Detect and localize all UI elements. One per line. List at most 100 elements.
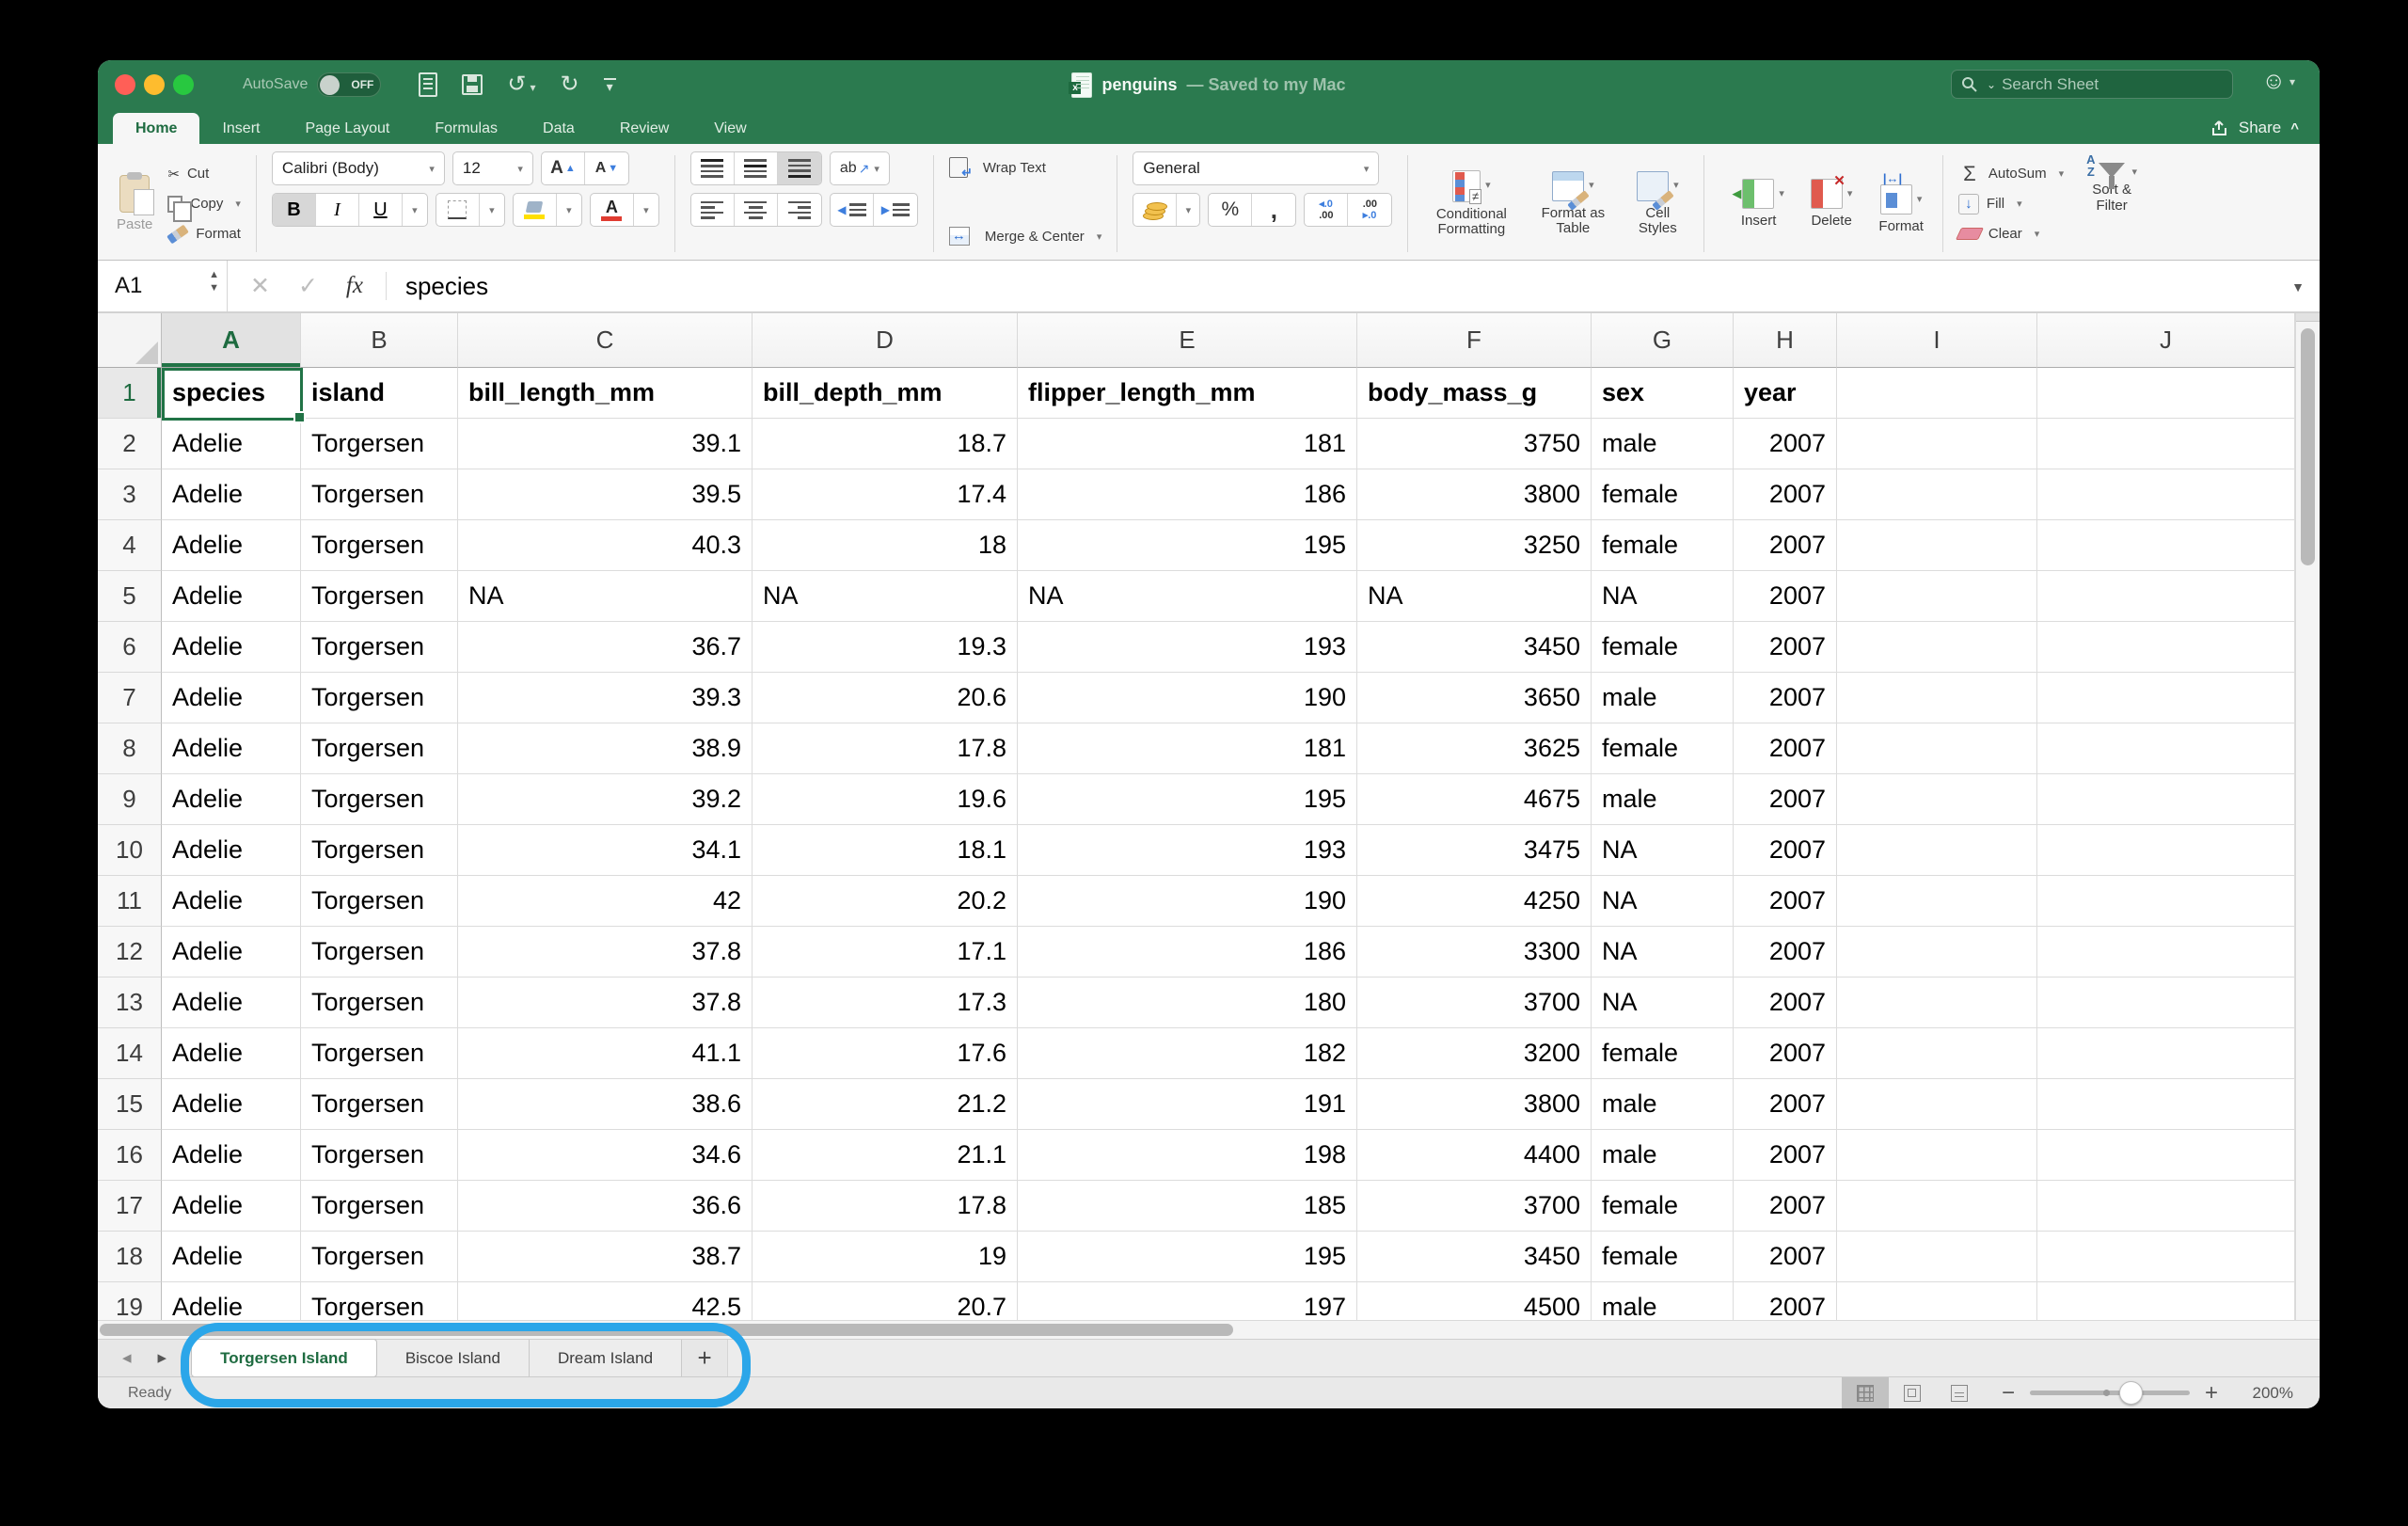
cell-H5[interactable]: 2007 [1734, 571, 1837, 622]
row-header-9[interactable]: 9 [98, 774, 162, 825]
fill-button[interactable]: ↓ Fill ▾ [1957, 192, 2064, 216]
cell-F13[interactable]: 3700 [1357, 978, 1592, 1028]
cell-E1[interactable]: flipper_length_mm [1018, 368, 1357, 419]
cell-D17[interactable]: 17.8 [752, 1181, 1018, 1232]
percent-style-button[interactable]: % [1209, 194, 1253, 226]
cell-G2[interactable]: male [1592, 419, 1734, 469]
decrease-decimal-button[interactable]: .00 ▸.0 [1348, 194, 1391, 226]
cell-J18[interactable] [2037, 1232, 2295, 1282]
cell-I13[interactable] [1837, 978, 2037, 1028]
cell-A18[interactable]: Adelie [162, 1232, 301, 1282]
cell-F14[interactable]: 3200 [1357, 1028, 1592, 1079]
cell-I5[interactable] [1837, 571, 2037, 622]
cell-H1[interactable]: year [1734, 368, 1837, 419]
align-left-button[interactable] [691, 194, 735, 226]
cell-G1[interactable]: sex [1592, 368, 1734, 419]
cell-I15[interactable] [1837, 1079, 2037, 1130]
zoom-level[interactable]: 200% [2233, 1384, 2293, 1403]
cell-B7[interactable]: Torgersen [301, 673, 458, 723]
cell-C9[interactable]: 39.2 [458, 774, 752, 825]
underline-button[interactable]: U [359, 194, 403, 226]
vertical-scroll-thumb[interactable] [2301, 328, 2315, 565]
cell-J19[interactable] [2037, 1282, 2295, 1320]
cell-I14[interactable] [1837, 1028, 2037, 1079]
cell-I7[interactable] [1837, 673, 2037, 723]
cell-A14[interactable]: Adelie [162, 1028, 301, 1079]
undo-button[interactable]: ↺ ▾ [507, 73, 535, 96]
borders-caret-icon[interactable]: ▾ [480, 194, 504, 226]
cell-G14[interactable]: female [1592, 1028, 1734, 1079]
minimize-window-button[interactable] [144, 74, 165, 95]
cell-B5[interactable]: Torgersen [301, 571, 458, 622]
decrease-indent-button[interactable]: ◀ [831, 194, 874, 226]
tab-home[interactable]: Home [113, 113, 200, 144]
formula-bar-expand-icon[interactable]: ▼ [2291, 279, 2305, 294]
tab-review[interactable]: Review [597, 113, 691, 144]
column-header-D[interactable]: D [752, 313, 1018, 368]
cell-styles-button[interactable]: ▾ Cell Styles [1626, 169, 1688, 239]
cell-C2[interactable]: 39.1 [458, 419, 752, 469]
borders-button[interactable] [436, 194, 480, 226]
row-header-14[interactable]: 14 [98, 1028, 162, 1079]
font-color-caret-icon[interactable]: ▾ [634, 194, 658, 226]
cell-G10[interactable]: NA [1592, 825, 1734, 876]
copy-button[interactable]: Copy ▾ [167, 192, 241, 222]
cell-A17[interactable]: Adelie [162, 1181, 301, 1232]
cell-E3[interactable]: 186 [1018, 469, 1357, 520]
row-header-11[interactable]: 11 [98, 876, 162, 927]
cell-G3[interactable]: female [1592, 469, 1734, 520]
cell-J2[interactable] [2037, 419, 2295, 469]
font-name-select[interactable]: Calibri (Body) ▾ [271, 151, 445, 185]
row-header-1[interactable]: 1 [98, 368, 162, 419]
cell-A15[interactable]: Adelie [162, 1079, 301, 1130]
cell-F18[interactable]: 3450 [1357, 1232, 1592, 1282]
cell-I17[interactable] [1837, 1181, 2037, 1232]
cell-B16[interactable]: Torgersen [301, 1130, 458, 1181]
cell-G19[interactable]: male [1592, 1282, 1734, 1320]
cell-H4[interactable]: 2007 [1734, 520, 1837, 571]
cell-E18[interactable]: 195 [1018, 1232, 1357, 1282]
cell-B19[interactable]: Torgersen [301, 1282, 458, 1320]
cell-D13[interactable]: 17.3 [752, 978, 1018, 1028]
cell-G15[interactable]: male [1592, 1079, 1734, 1130]
cell-B18[interactable]: Torgersen [301, 1232, 458, 1282]
close-window-button[interactable] [115, 74, 135, 95]
cell-J9[interactable] [2037, 774, 2295, 825]
cell-A10[interactable]: Adelie [162, 825, 301, 876]
cell-I6[interactable] [1837, 622, 2037, 673]
cell-A4[interactable]: Adelie [162, 520, 301, 571]
decrease-font-size-button[interactable]: A ▼ [585, 152, 628, 184]
cell-F8[interactable]: 3625 [1357, 723, 1592, 774]
cell-D16[interactable]: 21.1 [752, 1130, 1018, 1181]
fill-color-caret-icon[interactable]: ▾ [557, 194, 581, 226]
sort-filter-button[interactable]: AZ ▾ Sort & Filter [2083, 151, 2141, 256]
redo-icon[interactable]: ↻ [561, 73, 579, 96]
cell-F2[interactable]: 3750 [1357, 419, 1592, 469]
cell-E9[interactable]: 195 [1018, 774, 1357, 825]
cell-C12[interactable]: 37.8 [458, 927, 752, 978]
cell-I1[interactable] [1837, 368, 2037, 419]
cell-A3[interactable]: Adelie [162, 469, 301, 520]
cell-C17[interactable]: 36.6 [458, 1181, 752, 1232]
autosave-toggle[interactable]: OFF [317, 72, 382, 97]
cell-C13[interactable]: 37.8 [458, 978, 752, 1028]
increase-font-size-button[interactable]: A ▲ [542, 152, 585, 184]
cell-F16[interactable]: 4400 [1357, 1130, 1592, 1181]
zoom-window-button[interactable] [173, 74, 194, 95]
column-header-A[interactable]: A [162, 313, 301, 368]
format-cells-button[interactable]: ▾ Format [1875, 171, 1927, 237]
insert-cells-button[interactable]: ▾ Insert [1729, 177, 1788, 231]
cell-H15[interactable]: 2007 [1734, 1079, 1837, 1130]
cell-F10[interactable]: 3475 [1357, 825, 1592, 876]
cell-G13[interactable]: NA [1592, 978, 1734, 1028]
cell-H12[interactable]: 2007 [1734, 927, 1837, 978]
cell-E15[interactable]: 191 [1018, 1079, 1357, 1130]
cell-G5[interactable]: NA [1592, 571, 1734, 622]
row-header-6[interactable]: 6 [98, 622, 162, 673]
search-sheet-input[interactable]: ⌄ Search Sheet [1951, 70, 2233, 99]
format-as-table-button[interactable]: ▾ Format as Table [1534, 169, 1611, 239]
cell-C11[interactable]: 42 [458, 876, 752, 927]
cell-I16[interactable] [1837, 1130, 2037, 1181]
autosum-button[interactable]: Σ AutoSum ▾ [1958, 162, 2064, 186]
tab-view[interactable]: View [691, 113, 768, 144]
